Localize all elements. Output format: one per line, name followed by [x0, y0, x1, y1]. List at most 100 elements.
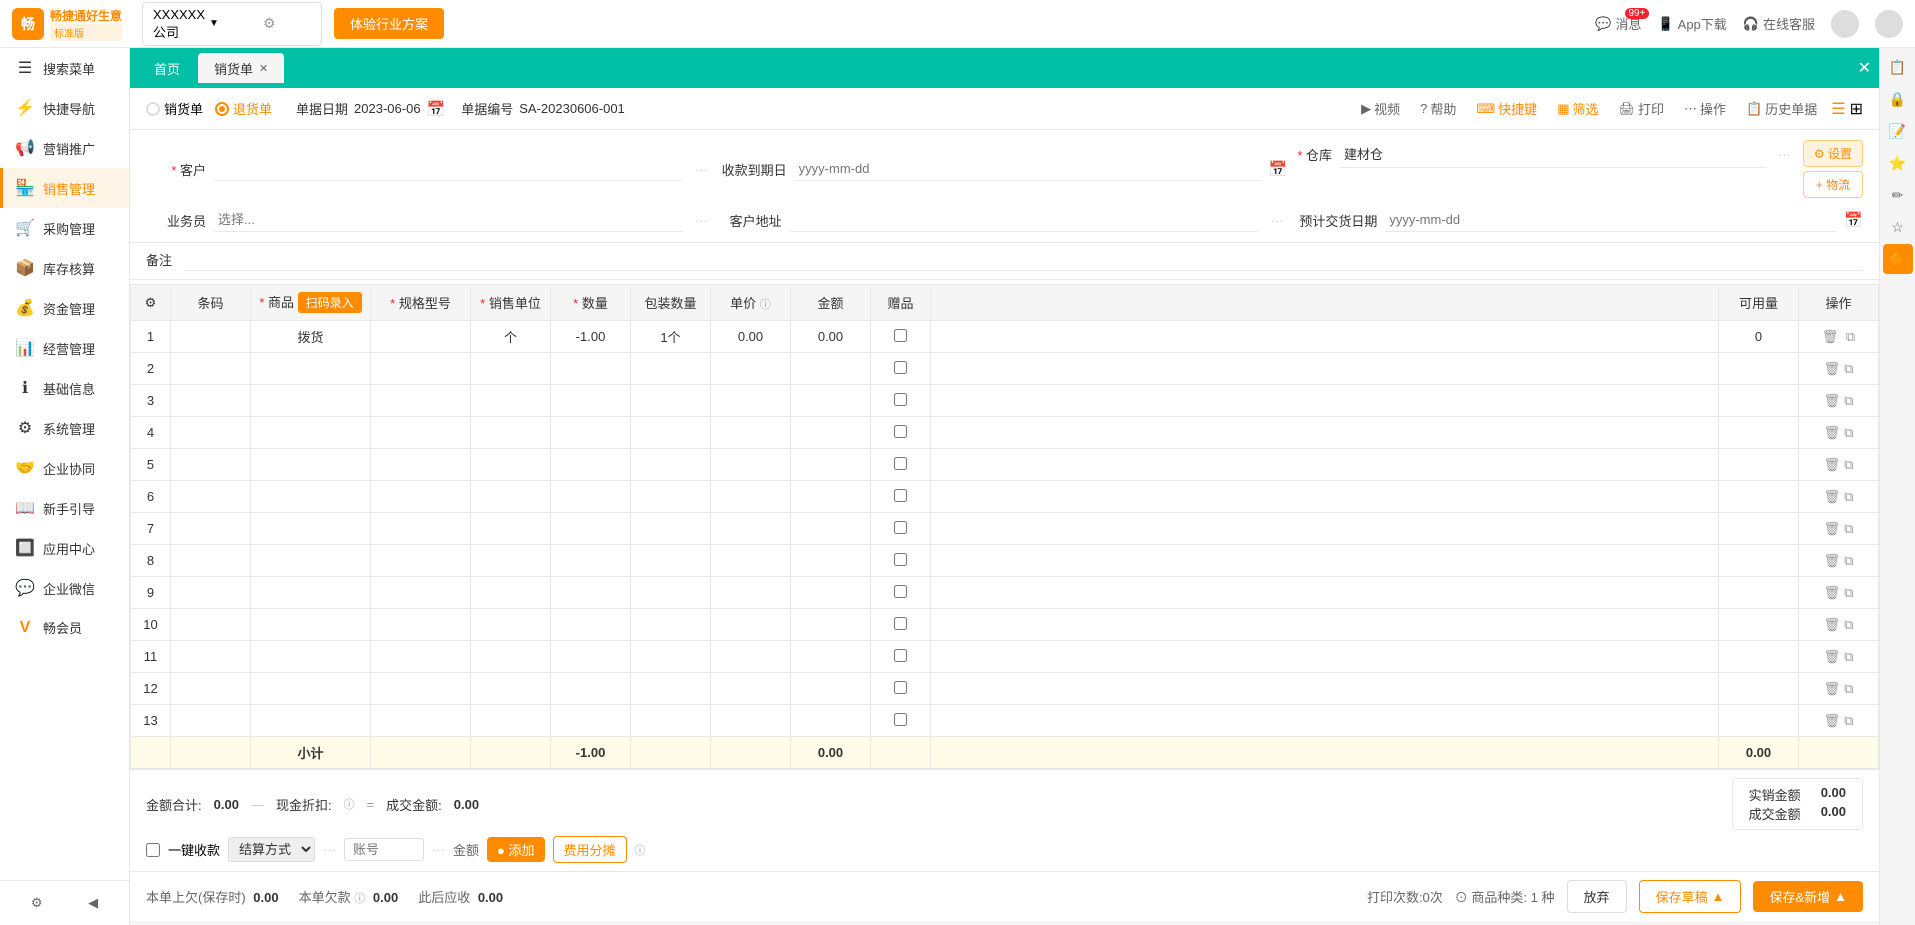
- right-panel-btn-5[interactable]: ✏: [1883, 180, 1913, 210]
- logistics-button[interactable]: + 物流: [1803, 171, 1863, 198]
- delete-icon-6[interactable]: 🗑: [1824, 489, 1841, 504]
- sidebar-item-wechat[interactable]: 💬 企业微信: [0, 568, 129, 608]
- delete-icon-7[interactable]: 🗑: [1824, 521, 1841, 536]
- toolbar-history-btn[interactable]: 📋 历史单据: [1740, 96, 1823, 121]
- copy-icon-13[interactable]: ⧉: [1844, 713, 1853, 728]
- sidebar-item-marketing[interactable]: 📢 营销推广: [0, 128, 129, 168]
- delete-icon-2[interactable]: 🗑: [1824, 361, 1841, 376]
- payment-due-input[interactable]: [795, 157, 1261, 181]
- sidebar-collapse-btn[interactable]: ◀: [82, 889, 104, 917]
- toolbar-operation-btn[interactable]: ⋯ 操作: [1678, 96, 1732, 121]
- list-view-btn[interactable]: ☰: [1831, 99, 1845, 119]
- fees-button[interactable]: 费用分摊: [553, 836, 627, 863]
- tab-home[interactable]: 首页: [138, 53, 196, 83]
- copy-icon-12[interactable]: ⧉: [1844, 681, 1853, 696]
- copy-icon-11[interactable]: ⧉: [1844, 649, 1853, 664]
- right-panel-btn-2[interactable]: 🔒: [1883, 84, 1913, 114]
- gift-checkbox-12[interactable]: [894, 681, 907, 694]
- payment-due-calendar-icon[interactable]: 📅: [1269, 160, 1288, 178]
- delivery-date-calendar-icon[interactable]: 📅: [1844, 211, 1863, 229]
- copy-icon-9[interactable]: ⧉: [1844, 585, 1853, 600]
- tab-sales-order[interactable]: 销货单 ✕: [198, 53, 284, 83]
- delete-icon-10[interactable]: 🗑: [1824, 617, 1841, 632]
- sidebar-item-inventory[interactable]: 📦 库存核算: [0, 248, 129, 288]
- delete-icon-4[interactable]: 🗑: [1824, 425, 1841, 440]
- gift-checkbox-8[interactable]: [894, 553, 907, 566]
- radio-sales[interactable]: 销货单: [146, 99, 203, 118]
- sidebar-item-guide[interactable]: 📖 新手引导: [0, 488, 129, 528]
- toolbar-shortcut-btn[interactable]: ⌨ 快捷键: [1470, 96, 1543, 121]
- th-settings[interactable]: ⚙: [131, 285, 171, 321]
- sidebar-item-search[interactable]: ☰ 搜索菜单: [0, 48, 129, 88]
- sidebar-item-basic[interactable]: ℹ 基础信息: [0, 368, 129, 408]
- add-payment-button[interactable]: ● 添加: [487, 837, 544, 862]
- customer-picker-icon[interactable]: ···: [691, 162, 712, 177]
- customer-addr-input[interactable]: [790, 208, 1259, 232]
- calc-method-picker[interactable]: ···: [323, 842, 336, 857]
- experience-button[interactable]: 体验行业方案: [334, 8, 444, 39]
- sidebar-item-quick[interactable]: ⚡ 快捷导航: [0, 88, 129, 128]
- gift-checkbox-4[interactable]: [894, 425, 907, 438]
- gift-checkbox-3[interactable]: [894, 393, 907, 406]
- message-button[interactable]: 💬 消息 99+: [1595, 14, 1641, 33]
- toolbar-filter-btn[interactable]: ▦ 筛选: [1551, 96, 1604, 121]
- calc-method-select[interactable]: 结算方式: [228, 837, 315, 862]
- sidebar-item-finance[interactable]: 💰 资金管理: [0, 288, 129, 328]
- sidebar-item-operations[interactable]: 📊 经营管理: [0, 328, 129, 368]
- online-service-button[interactable]: 🎧 在线客服: [1743, 14, 1815, 33]
- warehouse-picker-icon[interactable]: ···: [1774, 147, 1795, 162]
- delete-icon-11[interactable]: 🗑: [1824, 649, 1841, 664]
- customer-input[interactable]: [214, 157, 683, 181]
- delete-icon-13[interactable]: 🗑: [1824, 713, 1841, 728]
- setting-button[interactable]: ⚙ 设置: [1803, 140, 1863, 167]
- toolbar-video-btn[interactable]: ▶ 视频: [1355, 96, 1406, 121]
- toolbar-print-btn[interactable]: 🖨 打印: [1613, 96, 1671, 121]
- company-selector[interactable]: XXXXXX公司 ▼ ⚙: [142, 2, 322, 46]
- salesman-picker-icon[interactable]: ···: [691, 213, 712, 228]
- app-download-button[interactable]: 📱 App下载: [1657, 14, 1726, 33]
- toolbar-help-btn[interactable]: ? 帮助: [1414, 96, 1462, 121]
- product-types-icon[interactable]: ⊙: [1455, 890, 1468, 905]
- right-panel-btn-1[interactable]: 📋: [1883, 52, 1913, 82]
- copy-icon-2[interactable]: ⧉: [1844, 361, 1853, 376]
- notes-input[interactable]: [184, 247, 1863, 271]
- sidebar-item-sales[interactable]: 🏪 销售管理: [0, 168, 129, 208]
- abandon-button[interactable]: 放弃: [1567, 880, 1627, 913]
- sidebar-item-apps[interactable]: 🔲 应用中心: [0, 528, 129, 568]
- save-new-button[interactable]: 保存&新增 ▲: [1753, 881, 1863, 912]
- gift-checkbox-7[interactable]: [894, 521, 907, 534]
- copy-icon-3[interactable]: ⧉: [1844, 393, 1853, 408]
- copy-icon-7[interactable]: ⧉: [1844, 521, 1853, 536]
- radio-return[interactable]: 退货单: [215, 99, 272, 118]
- sidebar-item-purchase[interactable]: 🛒 采购管理: [0, 208, 129, 248]
- copy-icon-1[interactable]: ⧉: [1846, 329, 1855, 344]
- sidebar-item-system[interactable]: ⚙ 系统管理: [0, 408, 129, 448]
- right-panel-btn-3[interactable]: 📝: [1883, 116, 1913, 146]
- salesman-input[interactable]: [214, 208, 683, 232]
- gift-checkbox-9[interactable]: [894, 585, 907, 598]
- settings-icon[interactable]: ⚙: [263, 15, 311, 32]
- account-dots[interactable]: ···: [432, 842, 445, 857]
- tab-close-icon[interactable]: ✕: [259, 62, 268, 75]
- delete-icon-1[interactable]: 🗑: [1822, 329, 1839, 344]
- sidebar-item-vip[interactable]: V 畅会员: [0, 608, 129, 647]
- delete-icon-8[interactable]: 🗑: [1824, 553, 1841, 568]
- delete-icon-12[interactable]: 🗑: [1824, 681, 1841, 696]
- one-click-payment-checkbox[interactable]: [146, 843, 160, 857]
- gift-checkbox-6[interactable]: [894, 489, 907, 502]
- avatar[interactable]: [1831, 10, 1859, 38]
- gift-checkbox-2[interactable]: [894, 361, 907, 374]
- gift-checkbox-10[interactable]: [894, 617, 907, 630]
- right-panel-btn-7[interactable]: 🔶: [1883, 244, 1913, 274]
- copy-icon-6[interactable]: ⧉: [1844, 489, 1853, 504]
- sidebar-item-enterprise[interactable]: 🤝 企业协同: [0, 448, 129, 488]
- right-panel-btn-4[interactable]: ⭐: [1883, 148, 1913, 178]
- save-draft-button[interactable]: 保存草稿 ▲: [1639, 880, 1742, 913]
- account-input[interactable]: [344, 838, 424, 861]
- copy-icon-10[interactable]: ⧉: [1844, 617, 1853, 632]
- copy-icon-8[interactable]: ⧉: [1844, 553, 1853, 568]
- gift-checkbox-5[interactable]: [894, 457, 907, 470]
- sidebar-settings-btn[interactable]: ⚙: [25, 889, 49, 917]
- delete-icon-9[interactable]: 🗑: [1824, 585, 1841, 600]
- copy-icon-5[interactable]: ⧉: [1844, 457, 1853, 472]
